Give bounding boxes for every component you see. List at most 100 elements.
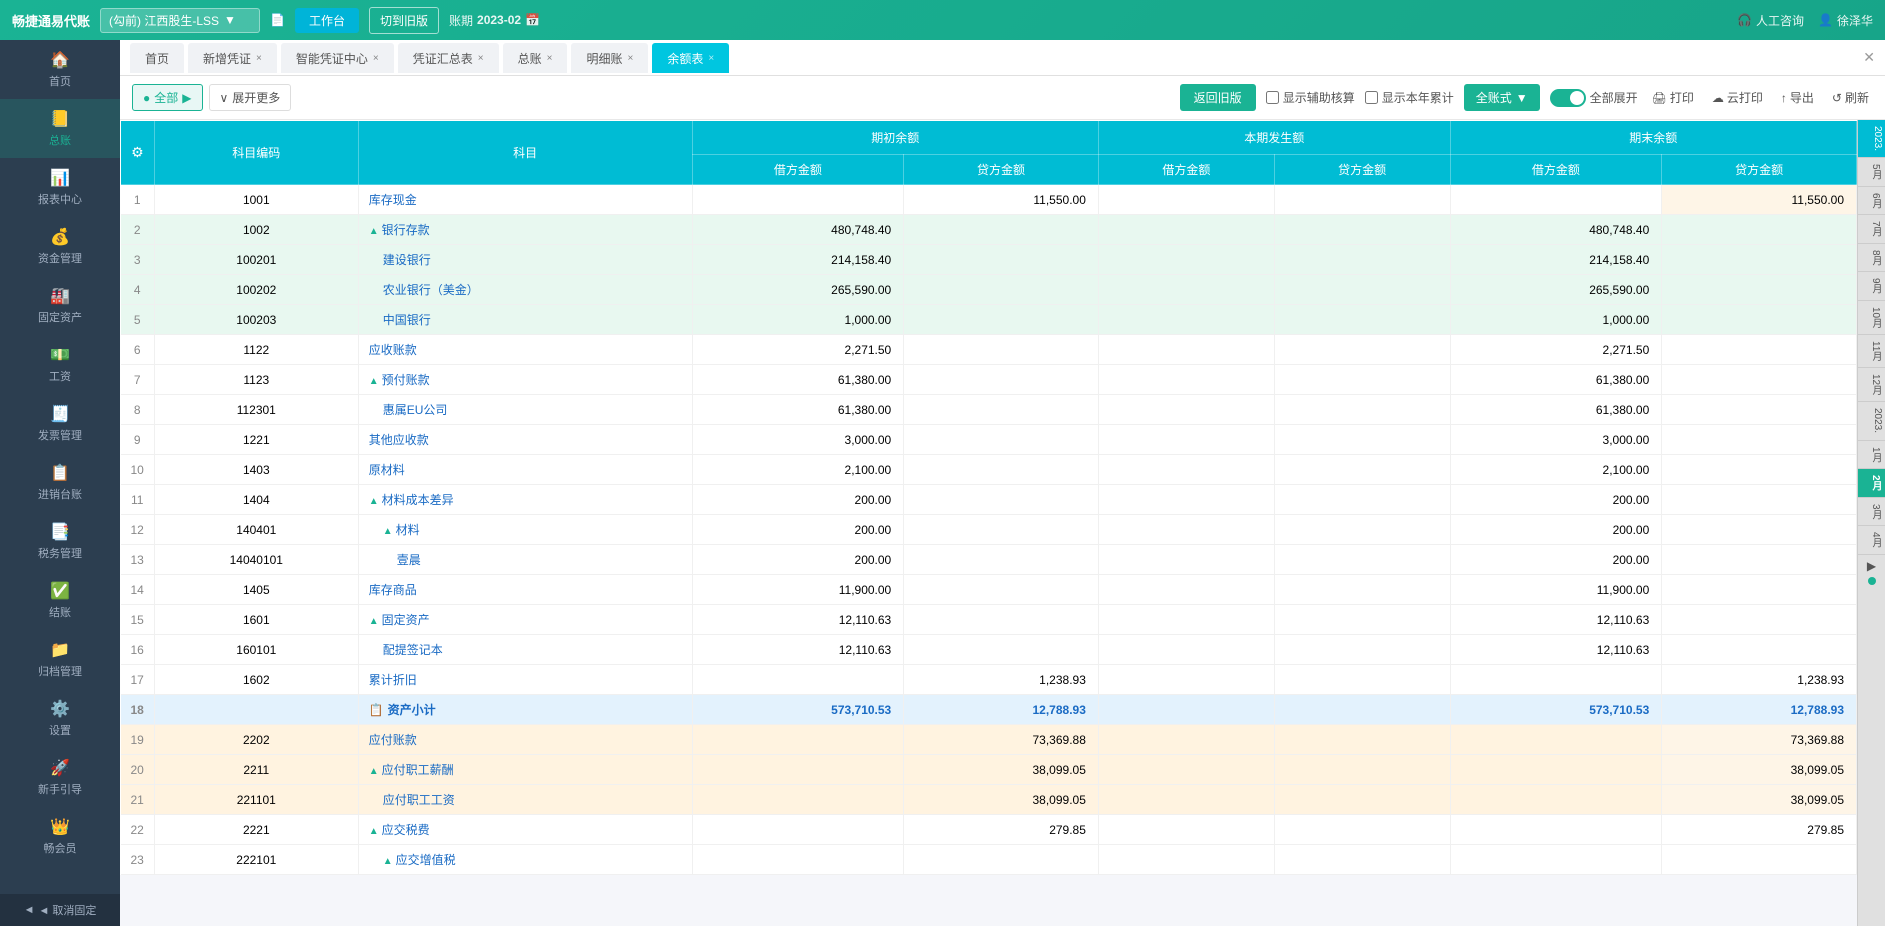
sidebar-item-reports[interactable]: 📊 报表中心: [0, 158, 120, 217]
row-name[interactable]: 壹晨: [358, 545, 692, 575]
show-aux-checkbox-label[interactable]: 显示辅助核算: [1266, 89, 1355, 106]
sidebar-item-fixed[interactable]: 🏭 固定资产: [0, 276, 120, 335]
row-name[interactable]: 应付职工工资: [358, 785, 692, 815]
panel-expand-icon[interactable]: ▶: [1867, 559, 1876, 573]
month-5[interactable]: 5月: [1858, 158, 1885, 187]
close-smart-center-icon[interactable]: ×: [373, 53, 379, 64]
month-8[interactable]: 8月: [1858, 244, 1885, 273]
row-name[interactable]: ▲应交税费: [358, 815, 692, 845]
table-row: 71123▲预付账款61,380.0061,380.00: [121, 365, 1857, 395]
sidebar-label-member: 畅会员: [44, 840, 77, 856]
row-name[interactable]: 惠属EU公司: [358, 395, 692, 425]
sidebar-item-settings[interactable]: ⚙️ 设置: [0, 689, 120, 748]
switch-old-button[interactable]: 切到旧版: [369, 7, 439, 34]
row-name[interactable]: 累计折旧: [358, 665, 692, 695]
row-name[interactable]: 农业银行（美金）: [358, 275, 692, 305]
consult-link[interactable]: 🎧 人工咨询: [1737, 12, 1804, 29]
month-4[interactable]: 4月: [1858, 526, 1885, 555]
month-2-active[interactable]: 2月: [1858, 469, 1885, 498]
sidebar-item-settle[interactable]: ✅ 结账: [0, 571, 120, 630]
tab-balance[interactable]: 余额表 ×: [652, 43, 729, 73]
month-10[interactable]: 10月: [1858, 301, 1885, 335]
content-area: 首页 新增凭证 × 智能凭证中心 × 凭证汇总表 × 总账 × 明细账 ×: [120, 40, 1885, 926]
cloud-print-button[interactable]: ☁ 云打印: [1708, 87, 1767, 108]
gear-settings-icon[interactable]: ⚙: [131, 144, 144, 160]
home-icon: 🏠: [50, 50, 70, 70]
row-name[interactable]: ▲应付职工薪酬: [358, 755, 692, 785]
year-2023-top[interactable]: 2023.: [1858, 120, 1885, 158]
close-new-voucher-icon[interactable]: ×: [256, 53, 262, 64]
sidebar-item-ledger[interactable]: 📒 总账: [0, 99, 120, 158]
expand-more-button[interactable]: ∨ 展开更多: [209, 84, 292, 111]
tab-detail[interactable]: 明细账 ×: [571, 43, 648, 73]
unpin-button[interactable]: ◄ ◄ 取消固定: [0, 894, 120, 926]
row-code: 1221: [154, 425, 358, 455]
sidebar-item-member[interactable]: 👑 畅会员: [0, 807, 120, 866]
close-ledger-icon[interactable]: ×: [547, 53, 553, 64]
row-name[interactable]: ▲银行存款: [358, 215, 692, 245]
toggle-switch[interactable]: [1550, 89, 1586, 107]
user-menu[interactable]: 👤 徐泽华: [1818, 12, 1873, 29]
row-name[interactable]: ▲固定资产: [358, 605, 692, 635]
month-3[interactable]: 3月: [1858, 498, 1885, 527]
print-button[interactable]: 🖨 打印: [1648, 87, 1698, 108]
close-all-tabs-icon[interactable]: ✕: [1863, 49, 1875, 66]
row-name[interactable]: ▲材料成本差异: [358, 485, 692, 515]
year-2023-mid[interactable]: 2023.: [1858, 402, 1885, 440]
assets-icon: 💰: [50, 227, 70, 247]
month-7[interactable]: 7月: [1858, 215, 1885, 244]
sidebar-item-home[interactable]: 🏠 首页: [0, 40, 120, 99]
month-6[interactable]: 6月: [1858, 187, 1885, 216]
sidebar-item-purchase[interactable]: 📋 进销台账: [0, 453, 120, 512]
show-year-accum-label[interactable]: 显示本年累计: [1365, 89, 1454, 106]
show-year-accum-checkbox[interactable]: [1365, 91, 1378, 104]
company-selector[interactable]: (勾前) 江西股生-LSS ▼: [100, 8, 260, 33]
tab-new-voucher[interactable]: 新增凭证 ×: [188, 43, 277, 73]
sidebar-item-guide[interactable]: 🚀 新手引导: [0, 748, 120, 807]
row-name[interactable]: 建设银行: [358, 245, 692, 275]
close-voucher-summary-icon[interactable]: ×: [478, 53, 484, 64]
full-mode-button[interactable]: 全账式 ▼: [1464, 84, 1540, 111]
row-closing_credit: [1662, 455, 1857, 485]
row-name[interactable]: 库存现金: [358, 185, 692, 215]
row-name[interactable]: 中国银行: [358, 305, 692, 335]
tab-home[interactable]: 首页: [130, 43, 184, 73]
row-name[interactable]: 配提签记本: [358, 635, 692, 665]
sidebar-item-invoice[interactable]: 🧾 发票管理: [0, 394, 120, 453]
tab-voucher-summary[interactable]: 凭证汇总表 ×: [398, 43, 499, 73]
month-1[interactable]: 1月: [1858, 441, 1885, 470]
month-11[interactable]: 11月: [1858, 335, 1885, 368]
row-name[interactable]: ▲材料: [358, 515, 692, 545]
sidebar-item-payroll[interactable]: 💵 工资: [0, 335, 120, 394]
row-name: 📋资产小计: [358, 695, 692, 725]
row-number: 15: [121, 605, 155, 635]
row-name[interactable]: 应收账款: [358, 335, 692, 365]
row-name[interactable]: ▲应交增值税: [358, 845, 692, 875]
sidebar-item-tax[interactable]: 📑 税务管理: [0, 512, 120, 571]
close-balance-icon[interactable]: ×: [708, 53, 714, 64]
all-filter-button[interactable]: ● 全部 ▶: [132, 84, 203, 111]
refresh-button[interactable]: ↺ 刷新: [1828, 87, 1873, 108]
month-9[interactable]: 9月: [1858, 272, 1885, 301]
sidebar-item-assets[interactable]: 💰 资金管理: [0, 217, 120, 276]
row-name[interactable]: 应付账款: [358, 725, 692, 755]
close-detail-icon[interactable]: ×: [627, 53, 633, 64]
expand-all-toggle[interactable]: 全部展开: [1550, 89, 1638, 107]
row-current_debit: [1098, 425, 1274, 455]
row-name[interactable]: 原材料: [358, 455, 692, 485]
row-opening_credit: 38,099.05: [904, 755, 1099, 785]
month-12[interactable]: 12月: [1858, 368, 1885, 402]
tab-smart-center[interactable]: 智能凭证中心 ×: [281, 43, 394, 73]
export-button[interactable]: ↑ 导出: [1777, 87, 1818, 108]
show-aux-checkbox[interactable]: [1266, 91, 1279, 104]
row-name[interactable]: 库存商品: [358, 575, 692, 605]
settings-col-header[interactable]: ⚙: [121, 121, 155, 185]
back-old-button[interactable]: 返回旧版: [1180, 84, 1256, 111]
row-name[interactable]: ▲预付账款: [358, 365, 692, 395]
tab-ledger[interactable]: 总账 ×: [503, 43, 568, 73]
row-name[interactable]: 其他应收款: [358, 425, 692, 455]
sidebar-item-archive[interactable]: 📁 归档管理: [0, 630, 120, 689]
workbench-button[interactable]: 工作台: [295, 8, 359, 33]
sidebar-label-reports: 报表中心: [38, 191, 82, 207]
table-row: 171602累计折旧1,238.931,238.93: [121, 665, 1857, 695]
